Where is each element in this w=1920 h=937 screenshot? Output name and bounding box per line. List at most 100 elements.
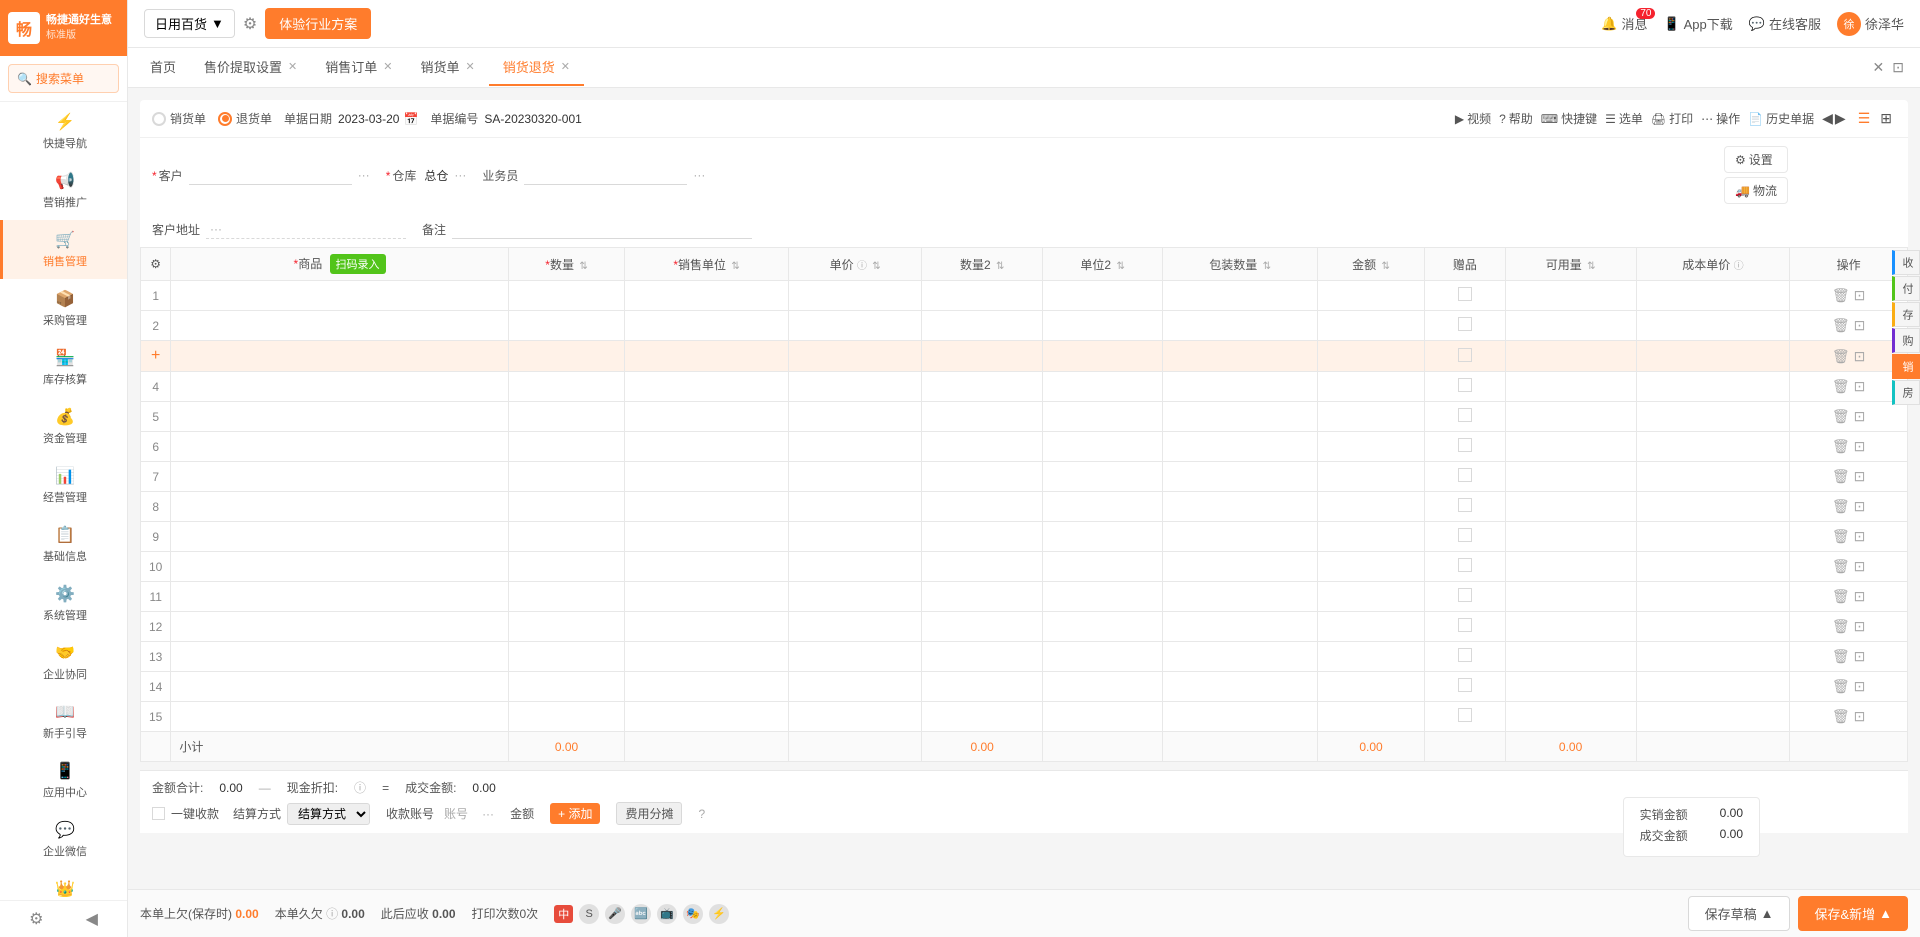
unit-cell-8[interactable] (625, 492, 789, 522)
pack-cell-6[interactable] (1163, 432, 1317, 462)
price-cell-9[interactable] (788, 522, 922, 552)
qty-cell-3[interactable] (508, 341, 625, 372)
copy-row-btn-12[interactable]: ⊡ (1854, 618, 1866, 635)
sidebar-item-member[interactable]: 👑 畅会员 (0, 869, 127, 900)
copy-row-btn-15[interactable]: ⊡ (1854, 708, 1866, 725)
sidebar-item-enterprise[interactable]: 🤝 企业协同 (0, 633, 127, 692)
fee-split-btn[interactable]: 费用分摊 (616, 802, 682, 825)
product-cell-2[interactable] (171, 311, 508, 341)
qty2-cell-12[interactable] (922, 612, 1042, 642)
price-cell-10[interactable] (788, 552, 922, 582)
sys-icon-3[interactable]: 🔤 (631, 904, 651, 924)
qty2-cell-3[interactable] (922, 341, 1042, 372)
unit2-cell-6[interactable] (1042, 432, 1162, 462)
unit2-cell-4[interactable] (1042, 372, 1162, 402)
gift-cell-4[interactable] (1425, 372, 1505, 402)
sidebar-item-guide[interactable]: 📖 新手引导 (0, 692, 127, 751)
amount-sort-icon[interactable]: ⇅ (1381, 261, 1389, 272)
delete-row-btn-6[interactable]: 🗑 (1832, 438, 1850, 455)
unit-cell-4[interactable] (625, 372, 789, 402)
gift-checkbox-12[interactable] (1458, 618, 1472, 632)
cost-cell-6[interactable] (1636, 432, 1790, 462)
product-cell-10[interactable] (171, 552, 508, 582)
avail-cell-9[interactable] (1505, 522, 1636, 552)
avail-cell-13[interactable] (1505, 642, 1636, 672)
qty2-cell-7[interactable] (922, 462, 1042, 492)
unit2-cell-9[interactable] (1042, 522, 1162, 552)
price-cell-11[interactable] (788, 582, 922, 612)
price-cell-15[interactable] (788, 702, 922, 732)
pack-cell-14[interactable] (1163, 672, 1317, 702)
gift-cell-10[interactable] (1425, 552, 1505, 582)
price-sort-icon[interactable]: ⇅ (872, 261, 880, 272)
tab-home[interactable]: 首页 (136, 49, 190, 86)
avail-cell-7[interactable] (1505, 462, 1636, 492)
prev-history-btn[interactable]: ◀ (1822, 110, 1833, 127)
add-payment-btn[interactable]: + 添加 (550, 803, 600, 824)
product-cell-13[interactable] (171, 642, 508, 672)
qty2-cell-9[interactable] (922, 522, 1042, 552)
cost-cell-8[interactable] (1636, 492, 1790, 522)
product-cell-5[interactable] (171, 402, 508, 432)
copy-row-btn-1[interactable]: ⊡ (1854, 287, 1866, 304)
qty-cell-14[interactable] (508, 672, 625, 702)
unit2-cell-1[interactable] (1042, 281, 1162, 311)
sidebar-item-finance[interactable]: 💰 资金管理 (0, 397, 127, 456)
product-cell-6[interactable] (171, 432, 508, 462)
gift-checkbox-15[interactable] (1458, 708, 1472, 722)
unit-sort-icon[interactable]: ⇅ (731, 261, 739, 272)
rfloat-btn-6[interactable]: 房 (1892, 380, 1920, 405)
price-cell-7[interactable] (788, 462, 922, 492)
qty2-cell-1[interactable] (922, 281, 1042, 311)
unit2-cell-14[interactable] (1042, 672, 1162, 702)
price-cell-14[interactable] (788, 672, 922, 702)
avail-cell-5[interactable] (1505, 402, 1636, 432)
rfloat-btn-4[interactable]: 购 (1892, 328, 1920, 353)
amount-cell-12[interactable] (1317, 612, 1424, 642)
gift-checkbox-11[interactable] (1458, 588, 1472, 602)
copy-row-btn-3[interactable]: ⊡ (1854, 348, 1866, 365)
product-cell-4[interactable] (171, 372, 508, 402)
avail-cell-6[interactable] (1505, 432, 1636, 462)
qty2-cell-4[interactable] (922, 372, 1042, 402)
address-input[interactable]: ··· (206, 220, 406, 239)
price-cell-1[interactable] (788, 281, 922, 311)
pack-cell-9[interactable] (1163, 522, 1317, 552)
gift-checkbox-3[interactable] (1458, 348, 1472, 362)
account-placeholder[interactable]: 账号 (444, 805, 468, 822)
sidebar-item-operation[interactable]: 📊 经营管理 (0, 456, 127, 515)
qty2-cell-8[interactable] (922, 492, 1042, 522)
pack-cell-10[interactable] (1163, 552, 1317, 582)
radio-sales-delivery[interactable]: 销货单 (152, 110, 206, 127)
copy-row-btn-5[interactable]: ⊡ (1854, 408, 1866, 425)
sys-icon-5[interactable]: 🎭 (683, 904, 703, 924)
amount-cell-10[interactable] (1317, 552, 1424, 582)
gift-checkbox-6[interactable] (1458, 438, 1472, 452)
gift-cell-13[interactable] (1425, 642, 1505, 672)
price-cell-3[interactable] (788, 341, 922, 372)
amount-cell-5[interactable] (1317, 402, 1424, 432)
gift-checkbox-5[interactable] (1458, 408, 1472, 422)
avail-cell-14[interactable] (1505, 672, 1636, 702)
cost-cell-11[interactable] (1636, 582, 1790, 612)
copy-row-btn-7[interactable]: ⊡ (1854, 468, 1866, 485)
warehouse-select-icon[interactable]: ··· (454, 168, 466, 182)
gift-cell-9[interactable] (1425, 522, 1505, 552)
delete-row-btn-8[interactable]: 🗑 (1832, 498, 1850, 515)
header-gear-icon[interactable]: ⚙ (243, 14, 257, 34)
sys-icon-2[interactable]: 🎤 (605, 904, 625, 924)
cost-cell-5[interactable] (1636, 402, 1790, 432)
avail-cell-11[interactable] (1505, 582, 1636, 612)
gift-checkbox-9[interactable] (1458, 528, 1472, 542)
delete-row-btn-3[interactable]: 🗑 (1832, 348, 1850, 365)
close-sales-return-tab[interactable]: ✕ (561, 60, 570, 73)
qty-cell-6[interactable] (508, 432, 625, 462)
unit2-cell-13[interactable] (1042, 642, 1162, 672)
account-select-icon[interactable]: ··· (482, 807, 494, 821)
unit-cell-14[interactable] (625, 672, 789, 702)
gift-checkbox-1[interactable] (1458, 287, 1472, 301)
scan-input-btn[interactable]: 扫码录入 (330, 254, 386, 274)
product-cell-12[interactable] (171, 612, 508, 642)
sidebar-item-sales[interactable]: 🛒 销售管理 (0, 220, 127, 279)
history-btn[interactable]: 📄 历史单据 (1748, 110, 1814, 127)
